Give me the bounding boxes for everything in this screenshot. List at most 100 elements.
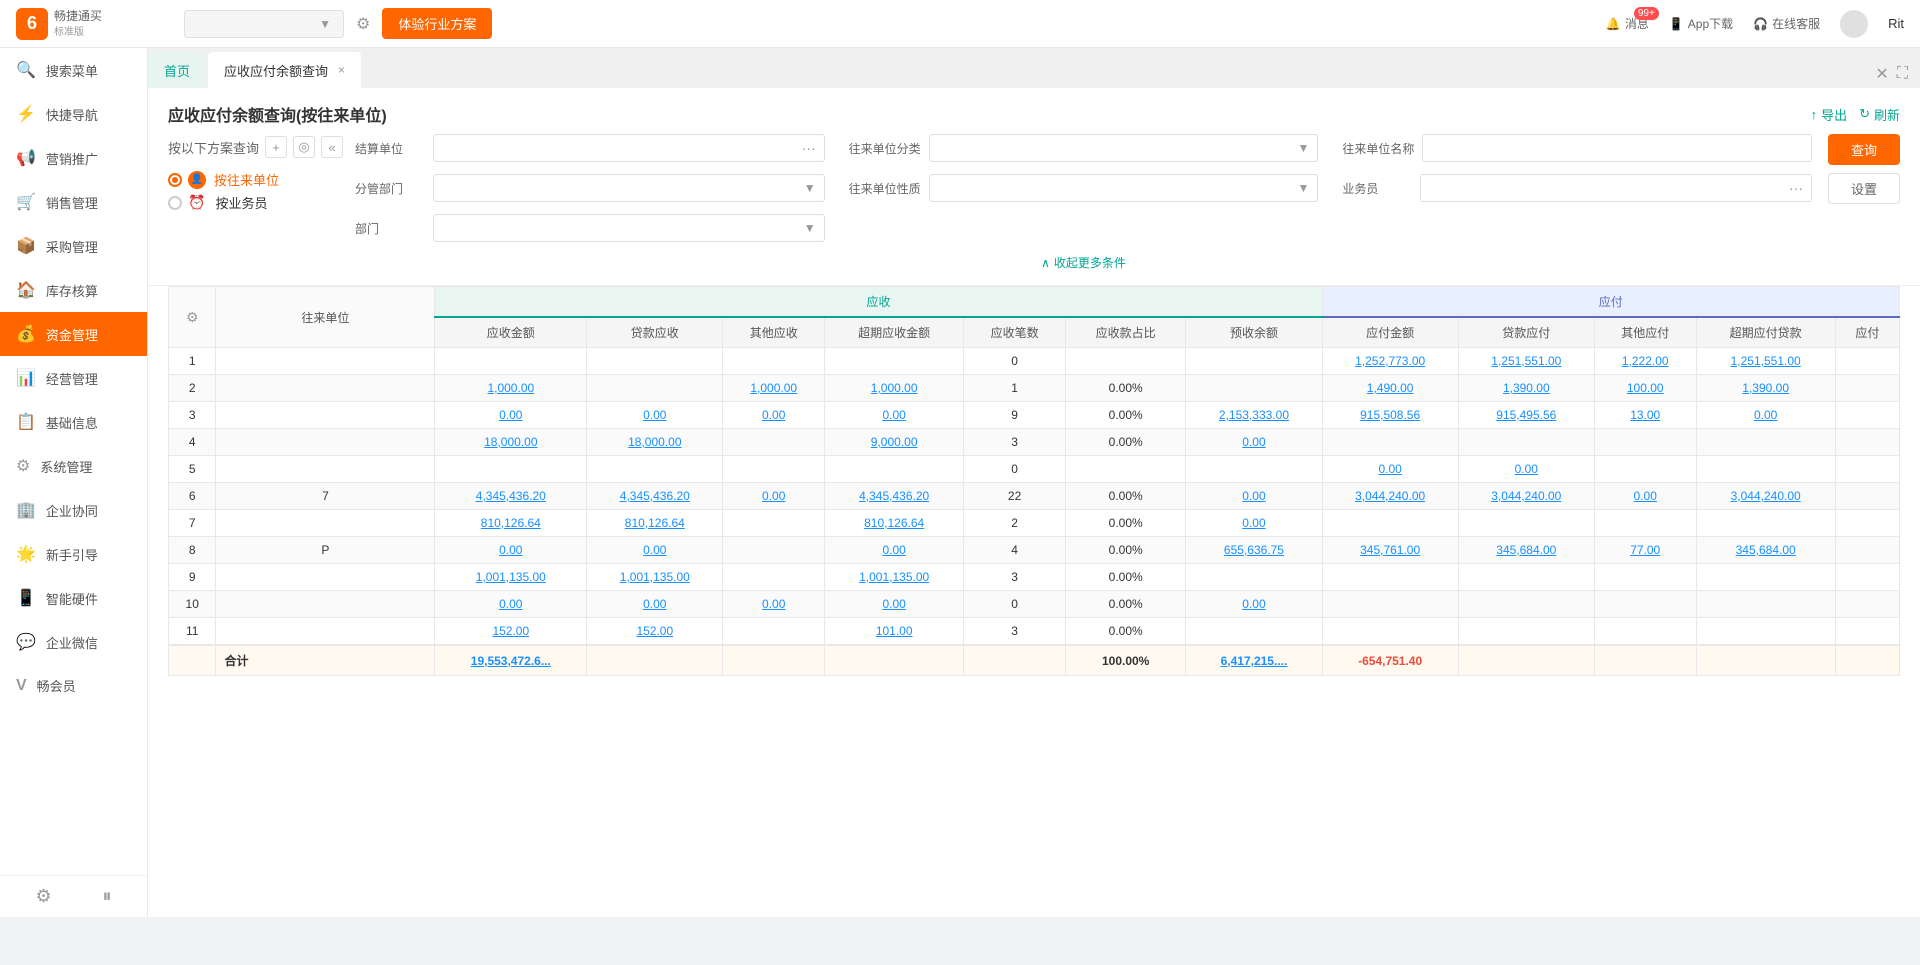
other-ar-cell[interactable]: 0.00 — [723, 483, 825, 510]
solution-btn[interactable]: 体验行业方案 — [382, 8, 492, 39]
add-scheme-btn[interactable]: + — [265, 136, 287, 158]
other-ar-cell[interactable]: 0.00 — [723, 402, 825, 429]
overdue-ar-cell[interactable]: 101.00 — [825, 618, 964, 646]
tab-fullscreen-icon[interactable]: ⛶ — [1897, 65, 1908, 83]
collapse-btn[interactable]: ∧ 收起更多条件 — [355, 250, 1812, 275]
online-service-btn[interactable]: 🎧 在线客服 — [1753, 15, 1820, 32]
other-ar-cell[interactable]: 0.00 — [723, 591, 825, 618]
ap-amount-cell[interactable]: 0.00 — [1322, 456, 1458, 483]
user-avatar[interactable] — [1840, 10, 1868, 38]
sidebar-item-purchase[interactable]: 📦 采购管理 — [0, 224, 147, 268]
sidebar-item-search[interactable]: 🔍 搜索菜单 — [0, 48, 147, 92]
overdue-ar-cell[interactable]: 0.00 — [825, 402, 964, 429]
total-ar-amount[interactable]: 19,553,472.6... — [435, 645, 587, 676]
ar-amount-cell[interactable]: 1,000.00 — [435, 375, 587, 402]
loan-ar-cell[interactable]: 810,126.64 — [587, 510, 723, 537]
sidebar-item-enterprise[interactable]: 🏢 企业协同 — [0, 488, 147, 532]
messages-btn[interactable]: 🔔 消息 99+ — [1606, 15, 1649, 32]
sidebar-item-hardware[interactable]: 📱 智能硬件 — [0, 576, 147, 620]
ar-amount-cell[interactable]: 810,126.64 — [435, 510, 587, 537]
overdue-ar-cell[interactable]: 1,000.00 — [825, 375, 964, 402]
ar-amount-cell[interactable]: 0.00 — [435, 402, 587, 429]
ap-amount-cell[interactable]: 345,761.00 — [1322, 537, 1458, 564]
tab-close-icon[interactable]: × — [338, 63, 345, 77]
sidebar-item-inventory[interactable]: 🏠 库存核算 — [0, 268, 147, 312]
loan-ap-cell[interactable]: 345,684.00 — [1458, 537, 1594, 564]
settings-scheme-btn[interactable]: ◎ — [293, 136, 315, 158]
sidebar-item-guide[interactable]: 🌟 新手引导 — [0, 532, 147, 576]
overdue-ap-cell[interactable]: 0.00 — [1696, 402, 1835, 429]
tab-close-window-icon[interactable]: ✕ — [1875, 64, 1888, 84]
ap-amount-cell[interactable]: 1,252,773.00 — [1322, 348, 1458, 375]
loan-ar-cell[interactable]: 0.00 — [587, 537, 723, 564]
ar-amount-cell[interactable]: 0.00 — [435, 591, 587, 618]
loan-ap-cell[interactable]: 3,044,240.00 — [1458, 483, 1594, 510]
overdue-ap-cell[interactable]: 345,684.00 — [1696, 537, 1835, 564]
ap-amount-cell[interactable]: 915,508.56 — [1322, 402, 1458, 429]
other-ap-cell[interactable]: 77.00 — [1594, 537, 1696, 564]
ar-amount-cell[interactable]: 4,345,436.20 — [435, 483, 587, 510]
overdue-ap-cell[interactable]: 1,251,551.00 — [1696, 348, 1835, 375]
table-gear-icon[interactable]: ⚙ — [186, 309, 199, 325]
refresh-btn[interactable]: ↻ 刷新 — [1859, 105, 1900, 124]
export-btn[interactable]: ↑ 导出 — [1811, 105, 1848, 124]
sidebar-item-operation[interactable]: 📊 经营管理 — [0, 356, 147, 400]
ar-amount-cell[interactable]: 152.00 — [435, 618, 587, 646]
sidebar-item-sales[interactable]: 🛒 销售管理 — [0, 180, 147, 224]
loan-ap-cell[interactable]: 1,251,551.00 — [1458, 348, 1594, 375]
sidebar-item-member[interactable]: V 畅会员 — [0, 664, 147, 707]
scheme-by-salesman[interactable]: ⏰ 按业务员 — [168, 193, 267, 212]
loan-ap-cell[interactable]: 1,390.00 — [1458, 375, 1594, 402]
ar-amount-cell[interactable]: 18,000.00 — [435, 429, 587, 456]
prepay-balance-cell[interactable]: 0.00 — [1186, 510, 1322, 537]
sidebar-item-basic[interactable]: 📋 基础信息 — [0, 400, 147, 444]
overdue-ar-cell[interactable]: 0.00 — [825, 591, 964, 618]
prepay-balance-cell[interactable]: 655,636.75 — [1186, 537, 1322, 564]
settings-gear-icon[interactable]: ⚙ — [356, 14, 370, 34]
sidebar-item-capital[interactable]: 💰 资金管理 — [0, 312, 147, 356]
loan-ar-cell[interactable]: 18,000.00 — [587, 429, 723, 456]
partner-name-input[interactable] — [1422, 134, 1812, 162]
tab-home[interactable]: 首页 — [148, 52, 206, 88]
partner-category-select[interactable]: ▼ — [929, 134, 1319, 162]
sidebar-item-system[interactable]: ⚙ 系统管理 — [0, 444, 147, 488]
overdue-ar-cell[interactable]: 9,000.00 — [825, 429, 964, 456]
ar-amount-cell[interactable]: 1,001,135.00 — [435, 564, 587, 591]
prepay-balance-cell[interactable]: 0.00 — [1186, 591, 1322, 618]
tab-ar-ap[interactable]: 应收应付余额查询 × — [208, 52, 361, 88]
other-ap-cell[interactable]: 100.00 — [1594, 375, 1696, 402]
total-prepay[interactable]: 6,417,215.... — [1186, 645, 1322, 676]
loan-ar-cell[interactable]: 0.00 — [587, 591, 723, 618]
overdue-ap-cell[interactable]: 3,044,240.00 — [1696, 483, 1835, 510]
department-select[interactable]: ▼ — [433, 214, 825, 242]
salesman-input[interactable]: ··· — [1420, 174, 1812, 202]
sidebar-item-quick[interactable]: ⚡ 快捷导航 — [0, 92, 147, 136]
sidebar-item-marketing[interactable]: 📢 营销推广 — [0, 136, 147, 180]
sidebar-collapse-icon[interactable]: ⏸ — [103, 886, 112, 907]
query-btn[interactable]: 查询 — [1828, 134, 1900, 165]
loan-ar-cell[interactable]: 1,001,135.00 — [587, 564, 723, 591]
sidebar-settings-icon[interactable]: ⚙ — [35, 886, 51, 907]
loan-ar-cell[interactable]: 152.00 — [587, 618, 723, 646]
scheme-by-partner[interactable]: 👤 按往来单位 — [168, 170, 279, 189]
partner-nature-select[interactable]: ▼ — [929, 174, 1319, 202]
prepay-balance-cell[interactable]: 2,153,333.00 — [1186, 402, 1322, 429]
setting-btn[interactable]: 设置 — [1828, 173, 1900, 204]
ar-amount-cell[interactable]: 0.00 — [435, 537, 587, 564]
overdue-ar-cell[interactable]: 810,126.64 — [825, 510, 964, 537]
other-ap-cell[interactable]: 1,222.00 — [1594, 348, 1696, 375]
overdue-ap-cell[interactable]: 1,390.00 — [1696, 375, 1835, 402]
header-nav-input[interactable]: ▼ — [184, 10, 344, 38]
overdue-ar-cell[interactable]: 1,001,135.00 — [825, 564, 964, 591]
loan-ap-cell[interactable]: 915,495.56 — [1458, 402, 1594, 429]
other-ap-cell[interactable]: 0.00 — [1594, 483, 1696, 510]
overdue-ar-cell[interactable]: 0.00 — [825, 537, 964, 564]
prepay-balance-cell[interactable]: 0.00 — [1186, 429, 1322, 456]
loan-ar-cell[interactable]: 0.00 — [587, 402, 723, 429]
loan-ar-cell[interactable]: 4,345,436.20 — [587, 483, 723, 510]
overdue-ar-cell[interactable]: 4,345,436.20 — [825, 483, 964, 510]
dept-manager-select[interactable]: ▼ — [433, 174, 825, 202]
collapse-scheme-btn[interactable]: « — [321, 136, 343, 158]
ap-amount-cell[interactable]: 1,490.00 — [1322, 375, 1458, 402]
other-ar-cell[interactable]: 1,000.00 — [723, 375, 825, 402]
